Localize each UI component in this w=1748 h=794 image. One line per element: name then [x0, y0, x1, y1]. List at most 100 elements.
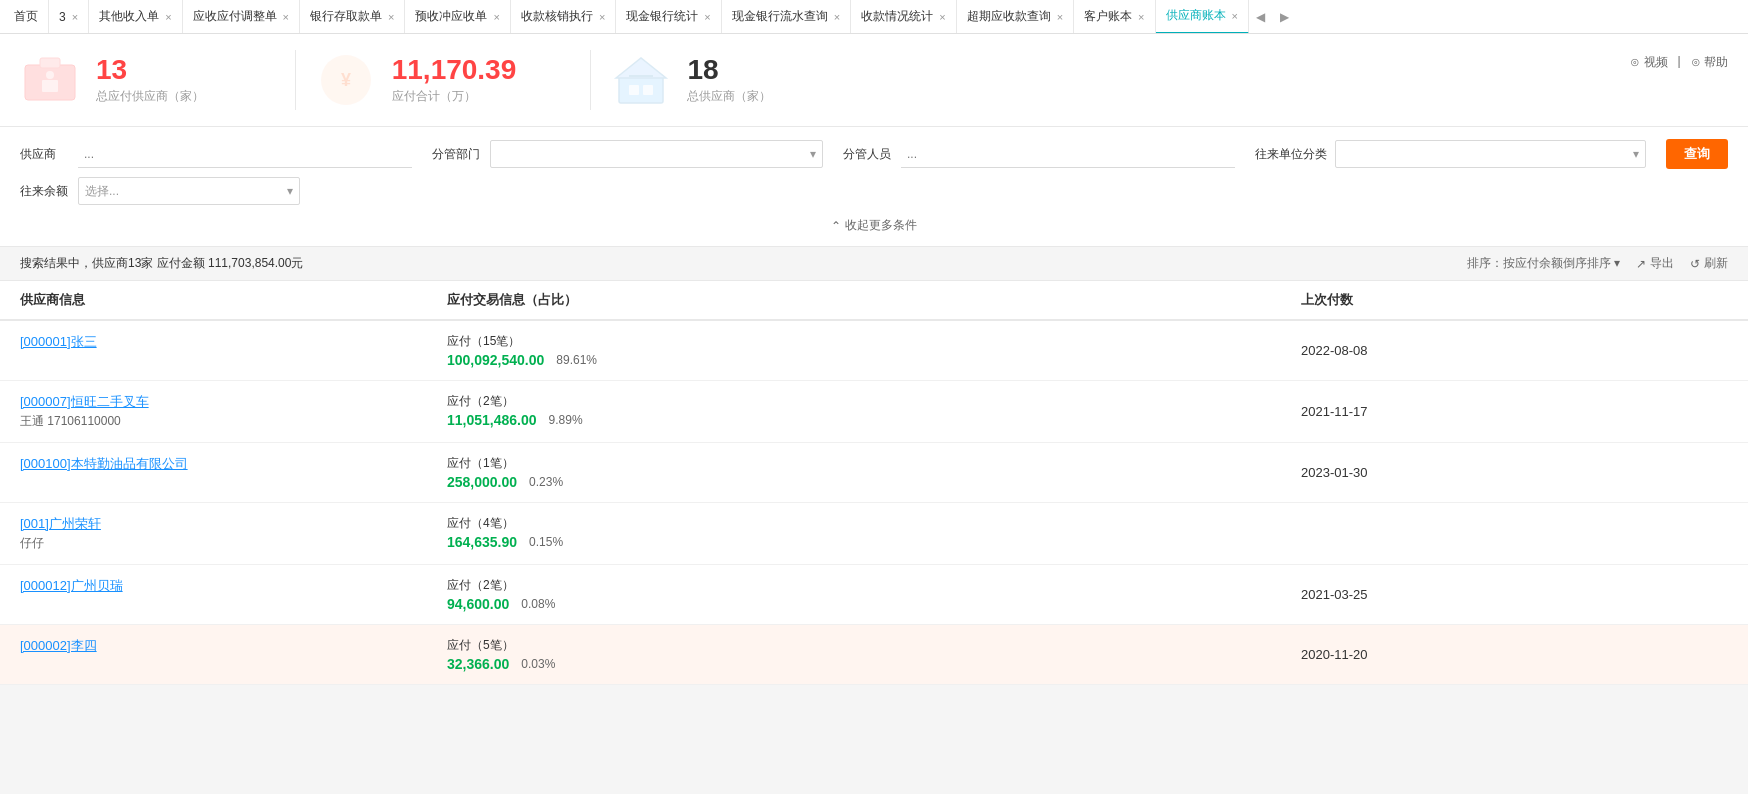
supplier-link-1[interactable]: [000007]恒旺二手叉车 [20, 394, 149, 409]
help-link[interactable]: ⊙ 帮助 [1691, 54, 1728, 71]
close-icon[interactable]: × [493, 11, 499, 23]
cell-supplier-2: [000100]本特勤油品有限公司 [20, 455, 447, 490]
tx-label-4: 应付（2笔） [447, 577, 1301, 594]
svg-point-3 [46, 71, 54, 79]
balance-select-placeholder: 选择... [85, 183, 119, 200]
search-button[interactable]: 查询 [1666, 139, 1728, 169]
supplier-link-0[interactable]: [000001]张三 [20, 334, 97, 349]
nav-tab-overdue[interactable]: 超期应收款查询 × [957, 0, 1074, 34]
stat-divider-1 [295, 50, 296, 110]
supplier-link-2[interactable]: [000100]本特勤油品有限公司 [20, 456, 188, 471]
close-icon[interactable]: × [283, 11, 289, 23]
nav-tab-receipt-stats-label: 收款情况统计 [861, 8, 933, 25]
table-row: [000007]恒旺二手叉车 王通 17106110000 应付（2笔） 11,… [0, 381, 1748, 443]
nav-tab-other-income[interactable]: 其他收入单 × [89, 0, 182, 34]
collapse-button[interactable]: ⌃ 收起更多条件 [20, 213, 1728, 238]
balance-select[interactable]: 选择... ▾ [78, 177, 300, 205]
filter-balance: 往来余额 选择... ▾ [20, 177, 300, 205]
svg-rect-9 [643, 85, 653, 95]
tx-label-2: 应付（1笔） [447, 455, 1301, 472]
tx-amount-1[interactable]: 11,051,486.00 [447, 412, 537, 428]
tx-percent-3: 0.15% [529, 535, 563, 549]
close-icon[interactable]: × [1138, 11, 1144, 23]
video-link[interactable]: ⊙ 视频 [1630, 54, 1667, 71]
stat-payable-suppliers-num: 13 [96, 56, 204, 84]
top-links: ⊙ 视频 | ⊙ 帮助 [1630, 54, 1728, 71]
stat-payable-total: ¥ 11,170.39 应付合计（万） [316, 50, 571, 110]
close-icon[interactable]: × [72, 11, 78, 23]
tx-percent-2: 0.23% [529, 475, 563, 489]
close-icon[interactable]: × [165, 11, 171, 23]
refresh-label: 刷新 [1704, 255, 1728, 272]
filter-dept: 分管部门 ▾ [432, 140, 824, 168]
nav-tab-cash-stats[interactable]: 现金银行统计 × [616, 0, 721, 34]
close-icon[interactable]: × [704, 11, 710, 23]
results-summary: 搜索结果中，供应商13家 应付金额 111,703,854.00元 [20, 255, 303, 272]
nav-tab-receipt-stats[interactable]: 收款情况统计 × [851, 0, 956, 34]
supplier-sub-info-1: 王通 17106110000 [20, 413, 447, 430]
close-icon[interactable]: × [834, 11, 840, 23]
cell-transaction-3: 应付（4笔） 164,635.90 0.15% [447, 515, 1301, 552]
supplier-link-4[interactable]: [000012]广州贝瑞 [20, 578, 123, 593]
stat-divider-2 [590, 50, 591, 110]
close-icon[interactable]: × [599, 11, 605, 23]
stat-payable-suppliers-info: 13 总应付供应商（家） [96, 56, 204, 105]
person-input[interactable] [901, 140, 1235, 168]
category-select[interactable]: ▾ [1335, 140, 1647, 168]
sort-text: 排序：按应付余额倒序排序 [1467, 256, 1611, 270]
close-icon[interactable]: × [1232, 10, 1238, 22]
nav-tab-adjustment[interactable]: 应收应付调整单 × [183, 0, 300, 34]
data-table: 供应商信息 应付交易信息（占比） 上次付数 [000001]张三 应付（15笔）… [0, 281, 1748, 685]
dept-select[interactable]: ▾ [490, 140, 824, 168]
nav-tab-bank[interactable]: 银行存取款单 × [300, 0, 405, 34]
nav-tab-3[interactable]: 3 × [49, 0, 89, 34]
collapse-label: 收起更多条件 [845, 217, 917, 234]
svg-text:¥: ¥ [341, 70, 351, 90]
stats-banner: 13 总应付供应商（家） ¥ 11,170.39 应付合计（万） [0, 34, 1748, 127]
filter-category: 往来单位分类 ▾ [1255, 140, 1647, 168]
svg-rect-6 [619, 75, 663, 103]
nav-tab-customer[interactable]: 客户账本 × [1074, 0, 1155, 34]
tx-amount-2[interactable]: 258,000.00 [447, 474, 517, 490]
nav-tab-home[interactable]: 首页 [4, 0, 49, 34]
nav-tab-cash-stats-label: 现金银行统计 [626, 8, 698, 25]
chevron-down-icon-2: ▾ [1633, 147, 1639, 161]
tx-percent-4: 0.08% [521, 597, 555, 611]
chevron-down-icon-4[interactable]: ▾ [1614, 256, 1620, 270]
supplier-filter-label: 供应商 [20, 146, 70, 163]
tx-label-5: 应付（5笔） [447, 637, 1301, 654]
close-icon[interactable]: × [939, 11, 945, 23]
nav-tab-cash-flow[interactable]: 现金银行流水查询 × [722, 0, 851, 34]
nav-left-arrow[interactable]: ◀ [1249, 0, 1273, 34]
nav-tab-prepay[interactable]: 预收冲应收单 × [405, 0, 510, 34]
nav-tab-adjustment-label: 应收应付调整单 [193, 8, 277, 25]
header-supplier: 供应商信息 [20, 291, 447, 309]
tx-percent-1: 9.89% [549, 413, 583, 427]
balance-filter-label: 往来余额 [20, 183, 70, 200]
tx-amount-5[interactable]: 32,366.00 [447, 656, 509, 672]
table-row: [000002]李四 应付（5笔） 32,366.00 0.03% 2020-1… [0, 625, 1748, 685]
tx-amount-4[interactable]: 94,600.00 [447, 596, 509, 612]
cell-transaction-1: 应付（2笔） 11,051,486.00 9.89% [447, 393, 1301, 430]
nav-right-arrow[interactable]: ▶ [1273, 0, 1297, 34]
stat-payable-total-info: 11,170.39 应付合计（万） [392, 56, 517, 105]
link-separator: | [1678, 54, 1681, 71]
supplier-input[interactable] [78, 140, 412, 168]
close-icon[interactable]: × [1057, 11, 1063, 23]
close-icon[interactable]: × [388, 11, 394, 23]
supplier-link-3[interactable]: [001]广州荣轩 [20, 516, 101, 531]
nav-tab-supplier-label: 供应商账本 [1166, 7, 1226, 24]
export-button[interactable]: ↗ 导出 [1636, 255, 1674, 272]
nav-tab-supplier[interactable]: 供应商账本 × [1156, 0, 1249, 34]
tx-amount-3[interactable]: 164,635.90 [447, 534, 517, 550]
cell-date-4: 2021-03-25 [1301, 577, 1728, 612]
stat-total-suppliers-info: 18 总供应商（家） [687, 56, 771, 105]
nav-tab-collection-label: 收款核销执行 [521, 8, 593, 25]
nav-tab-other-income-label: 其他收入单 [99, 8, 159, 25]
filter-person: 分管人员 [843, 140, 1235, 168]
nav-tab-bank-label: 银行存取款单 [310, 8, 382, 25]
tx-amount-0[interactable]: 100,092,540.00 [447, 352, 544, 368]
supplier-link-5[interactable]: [000002]李四 [20, 638, 97, 653]
nav-tab-collection[interactable]: 收款核销执行 × [511, 0, 616, 34]
refresh-button[interactable]: ↺ 刷新 [1690, 255, 1728, 272]
